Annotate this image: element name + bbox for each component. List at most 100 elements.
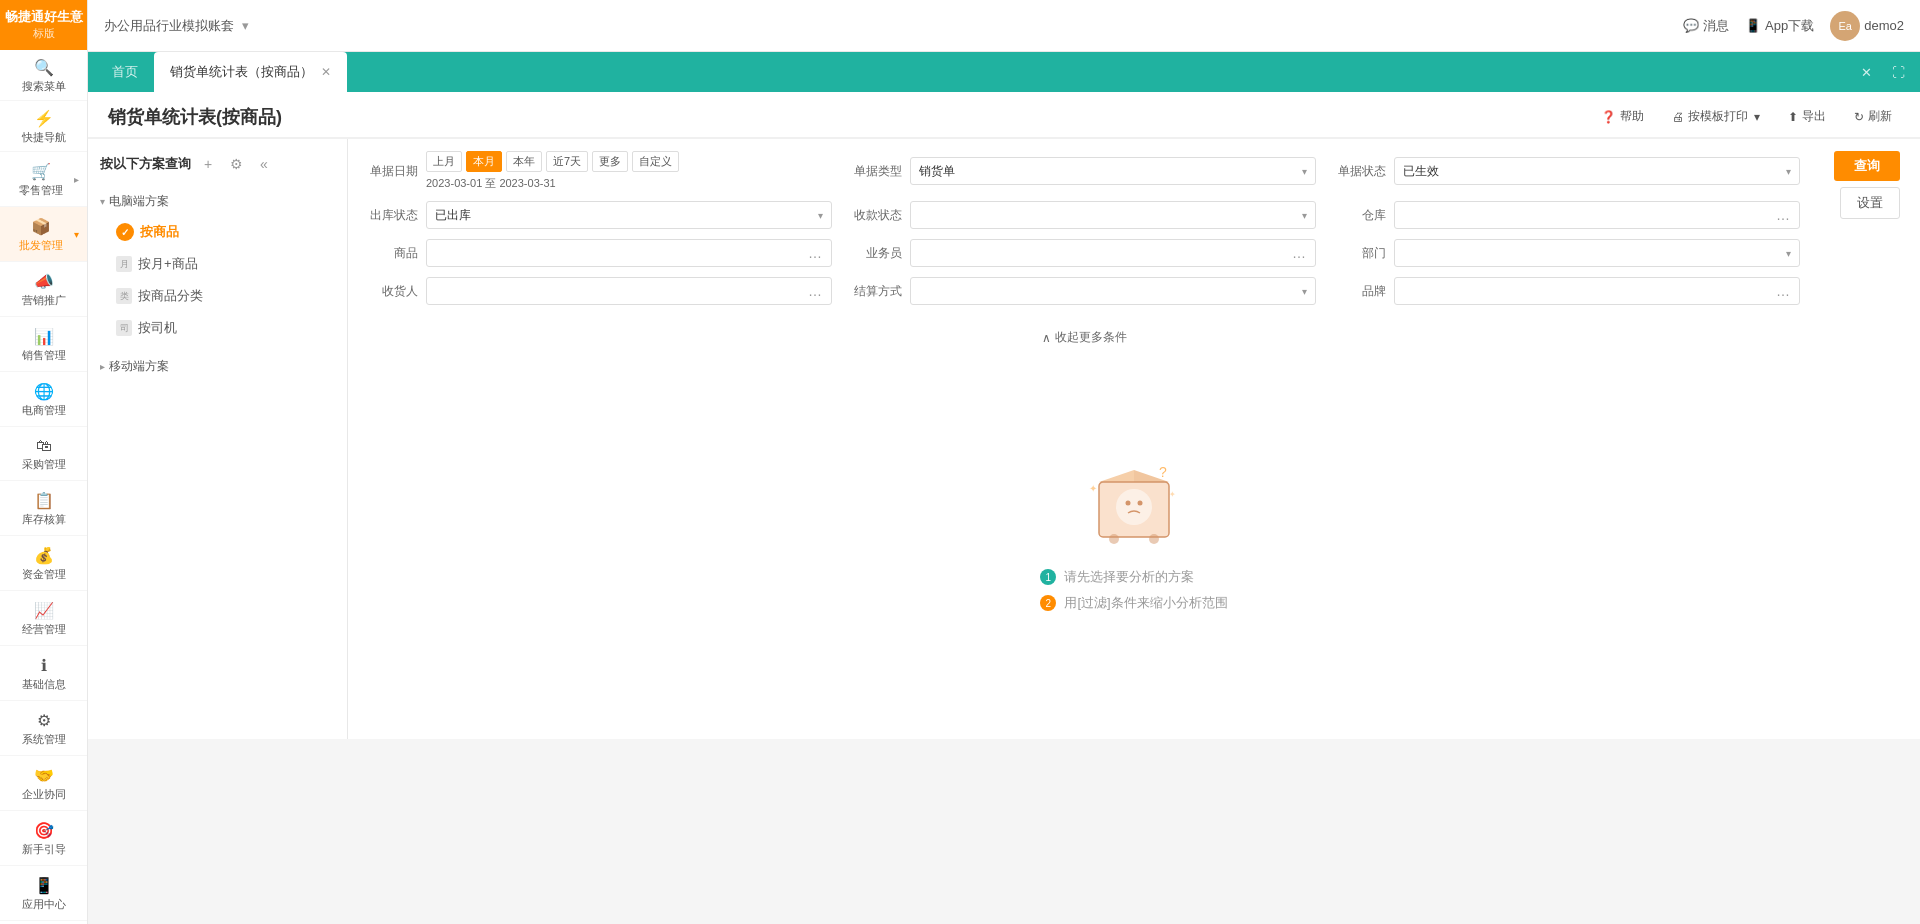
svg-point-5: [1126, 501, 1131, 506]
quick-nav-label: 快捷导航: [4, 130, 83, 145]
filter-panel: 单据日期 上月 本月 本年 近7天 更多 自定义: [348, 139, 1820, 362]
scheme-settings-btn[interactable]: ⚙: [225, 153, 247, 175]
system-icon: ⚙: [4, 711, 83, 730]
settings-btn[interactable]: 设置: [1840, 187, 1900, 219]
filter-department-row: 部门 ▾: [1336, 239, 1800, 267]
scheme-item-by-category-icon: 类: [116, 288, 132, 304]
sidebar-item-app-center[interactable]: 📱 应用中心: [0, 866, 87, 921]
sidebar-item-operations[interactable]: 📈 经营管理: [0, 591, 87, 646]
finance-label: 资金管理: [4, 567, 83, 582]
date-more-btn[interactable]: 更多: [592, 151, 628, 172]
filter-payment-status-row: 收款状态 ▾: [852, 201, 1316, 229]
app-download-btn[interactable]: 📱 App下载: [1745, 17, 1814, 35]
sidebar-item-quick-nav[interactable]: ⚡ 快捷导航: [0, 101, 87, 152]
two-panel: 按以下方案查询 + ⚙ « ▾ 电脑端方案 ✓ 按商品: [88, 139, 1920, 739]
sidebar-item-finance[interactable]: 💰 资金管理: [0, 536, 87, 591]
tab-sales-stat[interactable]: 销货单统计表（按商品） ✕: [154, 52, 347, 92]
empty-tip-2: 2 用[过滤]条件来缩小分析范围: [1040, 594, 1227, 612]
scheme-add-btn[interactable]: +: [197, 153, 219, 175]
scheme-item-by-category-label: 按商品分类: [138, 287, 203, 305]
scheme-item-by-category[interactable]: 类 按商品分类: [88, 280, 347, 312]
query-btn[interactable]: 查询: [1834, 151, 1900, 181]
sidebar-item-enterprise[interactable]: 🤝 企业协同: [0, 756, 87, 811]
filter-out-status-row: 出库状态 已出库 ▾: [368, 201, 832, 229]
sidebar: 畅捷通好生意 标版 🔍 搜索菜单 ⚡ 快捷导航 🛒 零售管理 ▸ 📦 批发管理 …: [0, 0, 88, 924]
print-btn[interactable]: 🖨 按模板打印 ▾: [1664, 104, 1768, 129]
receiver-label: 收货人: [368, 283, 418, 300]
message-btn[interactable]: 💬 消息: [1683, 17, 1729, 35]
sidebar-item-sales[interactable]: 📊 销售管理: [0, 317, 87, 372]
app-center-label: 应用中心: [4, 897, 83, 912]
scheme-group-pc-arrow: ▾: [100, 196, 105, 207]
refresh-btn[interactable]: ↻ 刷新: [1846, 104, 1900, 129]
right-panel: 单据日期 上月 本月 本年 近7天 更多 自定义: [348, 139, 1920, 739]
tab-close-window-btn[interactable]: ✕: [1852, 58, 1880, 86]
export-btn[interactable]: ⬆ 导出: [1780, 104, 1834, 129]
filter-row-2: 出库状态 已出库 ▾ 收款状态: [368, 201, 1800, 229]
scheme-item-by-month-product[interactable]: 月 按月+商品: [88, 248, 347, 280]
svg-point-10: [1109, 534, 1119, 544]
tab-expand-btn[interactable]: ⛶: [1884, 58, 1912, 86]
sidebar-item-guide[interactable]: 🎯 新手引导: [0, 811, 87, 866]
basic-info-icon: ℹ: [4, 656, 83, 675]
date-last7-btn[interactable]: 近7天: [546, 151, 588, 172]
settlement-label: 结算方式: [852, 283, 902, 300]
product-field[interactable]: …: [426, 239, 832, 267]
doc-status-field[interactable]: 已生效 ▾: [1394, 157, 1800, 185]
doc-type-field[interactable]: 销货单 ▾: [910, 157, 1316, 185]
filter-doc-status-row: 单据状态 已生效 ▾: [1336, 151, 1800, 191]
search-nav-label: 搜索菜单: [4, 79, 83, 94]
out-status-label: 出库状态: [368, 207, 418, 224]
brand-field[interactable]: …: [1394, 277, 1800, 305]
topbar: 办公用品行业模拟账套 ▾ 💬 消息 📱 App下载 Ea demo2: [88, 0, 1920, 52]
scheme-panel-title: 按以下方案查询: [100, 155, 191, 173]
receiver-field[interactable]: …: [426, 277, 832, 305]
tab-close-btn[interactable]: ✕: [321, 65, 331, 79]
tab-home[interactable]: 首页: [96, 52, 154, 92]
export-label: 导出: [1802, 108, 1826, 125]
out-status-field[interactable]: 已出库 ▾: [426, 201, 832, 229]
date-prev-month-btn[interactable]: 上月: [426, 151, 462, 172]
help-btn[interactable]: ❓ 帮助: [1593, 104, 1652, 129]
scheme-item-by-product[interactable]: ✓ 按商品: [88, 216, 347, 248]
department-field[interactable]: ▾: [1394, 239, 1800, 267]
collapse-filters-btn[interactable]: ∧ 收起更多条件: [1030, 325, 1139, 350]
sidebar-item-wholesale[interactable]: 📦 批发管理 ▾: [0, 207, 87, 262]
salesperson-field[interactable]: …: [910, 239, 1316, 267]
scheme-collapse-btn[interactable]: «: [253, 153, 275, 175]
scheme-group-mobile-header[interactable]: ▸ 移动端方案: [88, 352, 347, 381]
sidebar-item-basic-info[interactable]: ℹ 基础信息: [0, 646, 87, 701]
scheme-group-pc-header[interactable]: ▾ 电脑端方案: [88, 187, 347, 216]
scheme-group-mobile-label: 移动端方案: [109, 358, 169, 375]
sidebar-item-inventory[interactable]: 📋 库存核算: [0, 481, 87, 536]
refresh-label: 刷新: [1868, 108, 1892, 125]
payment-status-field[interactable]: ▾: [910, 201, 1316, 229]
marketing-label: 营销推广: [4, 293, 83, 308]
sidebar-item-marketing[interactable]: 📣 营销推广: [0, 262, 87, 317]
operations-icon: 📈: [4, 601, 83, 620]
sidebar-item-search[interactable]: 🔍 搜索菜单: [0, 50, 87, 101]
user-menu-btn[interactable]: Ea demo2: [1830, 11, 1904, 41]
page-actions: ❓ 帮助 🖨 按模板打印 ▾ ⬆ 导出 ↻ 刷新: [1593, 104, 1900, 129]
search-nav-icon: 🔍: [4, 58, 83, 77]
svg-marker-1: [1099, 470, 1134, 482]
date-this-year-btn[interactable]: 本年: [506, 151, 542, 172]
sidebar-item-ecommerce[interactable]: 🌐 电商管理: [0, 372, 87, 427]
inventory-label: 库存核算: [4, 512, 83, 527]
sidebar-item-system[interactable]: ⚙ 系统管理: [0, 701, 87, 756]
sales-label: 销售管理: [4, 348, 83, 363]
svg-point-6: [1138, 501, 1143, 506]
date-custom-btn[interactable]: 自定义: [632, 151, 679, 172]
out-status-arrow: ▾: [818, 210, 823, 221]
sidebar-item-purchase[interactable]: 🛍 采购管理: [0, 427, 87, 481]
sidebar-item-wechat[interactable]: 💬 企业微信: [0, 921, 87, 924]
settlement-field[interactable]: ▾: [910, 277, 1316, 305]
retail-icon: 🛒: [8, 162, 74, 181]
scheme-item-by-printer[interactable]: 司 按司机: [88, 312, 347, 344]
department-arrow: ▾: [1786, 248, 1791, 259]
warehouse-field[interactable]: …: [1394, 201, 1800, 229]
date-this-month-btn[interactable]: 本月: [466, 151, 502, 172]
sidebar-item-retail[interactable]: 🛒 零售管理 ▸: [0, 152, 87, 207]
app-center-icon: 📱: [4, 876, 83, 895]
content-area: 销货单统计表(按商品) ❓ 帮助 🖨 按模板打印 ▾ ⬆ 导出: [88, 92, 1920, 924]
